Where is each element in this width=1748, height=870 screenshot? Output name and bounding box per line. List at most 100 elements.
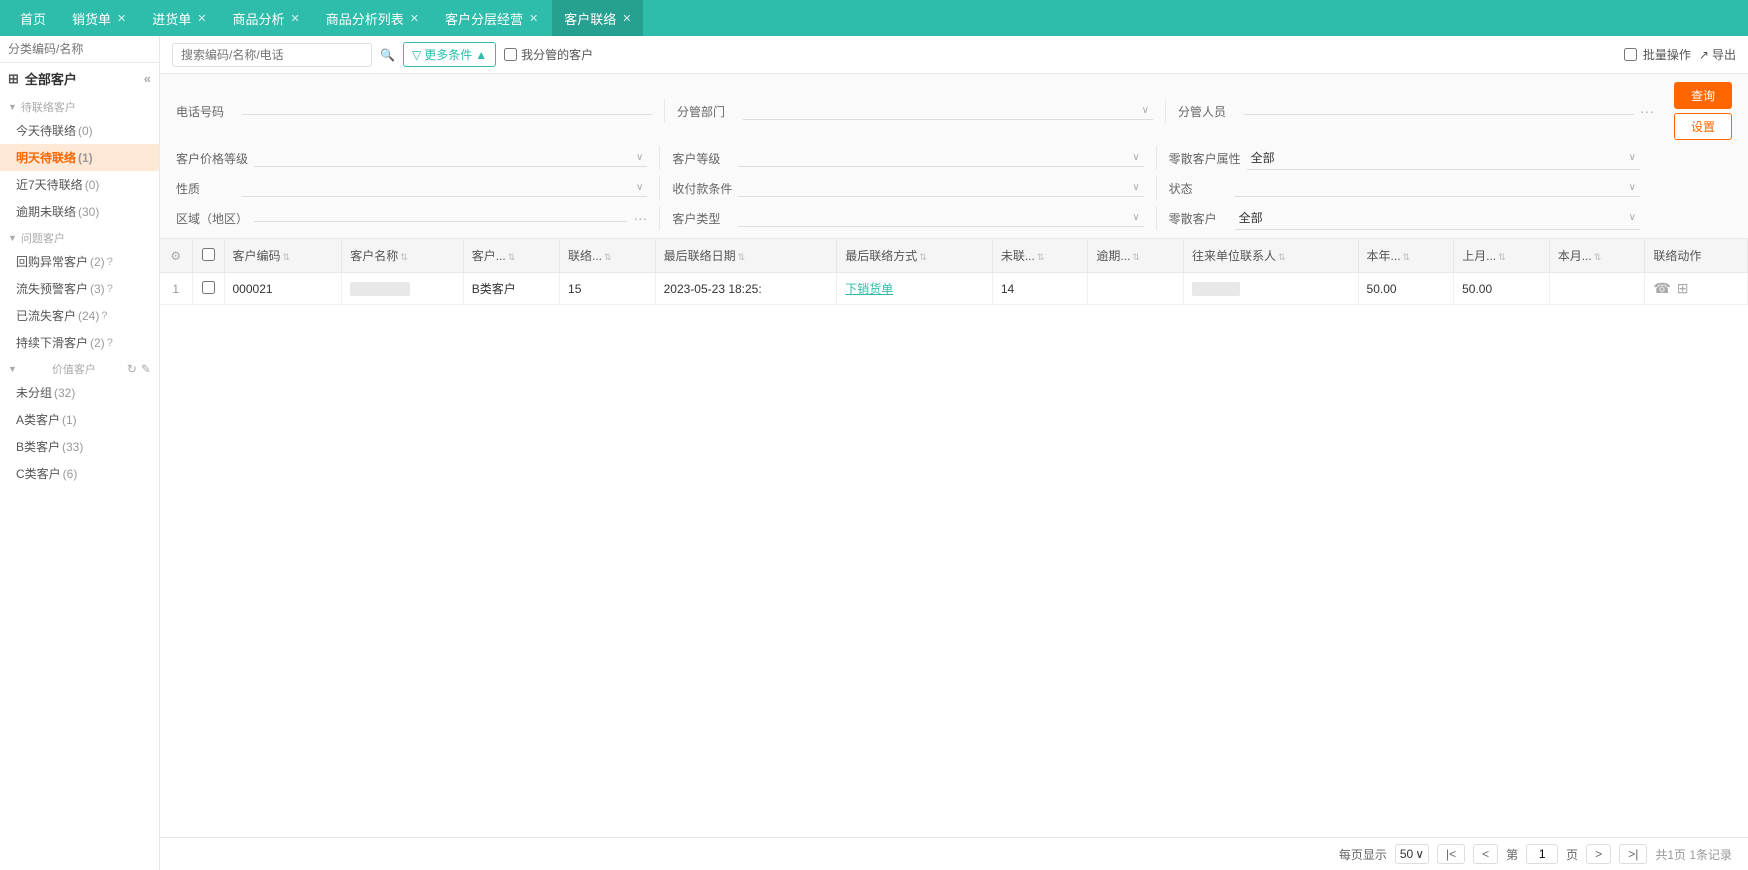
payment-select[interactable]: ∨ xyxy=(738,179,1143,197)
customer-type-select[interactable]: ∨ xyxy=(738,209,1143,227)
row-check[interactable] xyxy=(202,281,215,294)
status-select[interactable]: ∨ xyxy=(1235,179,1640,197)
sidebar-item-repurchase-abnormal[interactable]: 回购异常客户(2) ? xyxy=(0,248,159,275)
col-contact-count[interactable]: 联络...⇅ xyxy=(560,239,656,273)
refresh-icon[interactable]: ↻ xyxy=(127,362,137,376)
phone-input[interactable] xyxy=(242,108,652,115)
adv-filter-row-4: 区域（地区） ··· 客户类型 ∨ 零散客户 全部 ∨ xyxy=(176,206,1732,230)
help-icon-4: ? xyxy=(107,337,113,349)
contact-action-icon[interactable]: ☎ xyxy=(1653,280,1670,297)
table-header-row: ⚙ 客户编码⇅ 客户名称⇅ 客户...⇅ 联络...⇅ 最后联络日期⇅ 最后联络… xyxy=(160,239,1748,273)
adv-filter-row-1: 电话号码 分管部门 ∨ 分管人员 ··· 查询 设置 xyxy=(176,82,1732,140)
col-code[interactable]: 客户编码⇅ xyxy=(224,239,342,273)
col-category[interactable]: 客户...⇅ xyxy=(463,239,559,273)
sidebar-search-input[interactable] xyxy=(8,42,160,56)
scattered-attr-select[interactable]: 全部 ∨ xyxy=(1247,146,1640,170)
manager-more-icon[interactable]: ··· xyxy=(1640,103,1654,119)
dept-select[interactable]: ∨ xyxy=(743,102,1153,120)
nav-item-product-analysis[interactable]: 商品分析 ✕ xyxy=(220,0,311,36)
close-product-analysis-icon[interactable]: ✕ xyxy=(291,12,300,25)
batch-op-button[interactable]: 批量操作 xyxy=(1624,46,1691,63)
row-this-year: 50.00 xyxy=(1358,273,1454,305)
price-caret: ∨ xyxy=(636,152,643,163)
sidebar-item-a-class[interactable]: A类客户(1) xyxy=(0,406,159,433)
row-last-month: 50.00 xyxy=(1454,273,1550,305)
region-more-icon[interactable]: ··· xyxy=(633,210,647,226)
edit-value-icon[interactable]: ✎ xyxy=(141,362,151,376)
gear-settings-icon[interactable]: ⚙ xyxy=(170,249,181,263)
select-all-checkbox[interactable] xyxy=(202,248,215,261)
row-checkbox[interactable] xyxy=(192,273,224,305)
col-name[interactable]: 客户名称⇅ xyxy=(342,239,464,273)
sidebar-item-b-class[interactable]: B类客户(33) xyxy=(0,433,159,460)
customer-table: ⚙ 客户编码⇅ 客户名称⇅ 客户...⇅ 联络...⇅ 最后联络日期⇅ 最后联络… xyxy=(160,239,1748,305)
nav-item-customer-tier[interactable]: 客户分层经营 ✕ xyxy=(433,0,550,36)
prev-page-button[interactable]: < xyxy=(1473,844,1498,864)
sidebar-item-c-class[interactable]: C类客户(6) xyxy=(0,460,159,487)
advanced-filter: 电话号码 分管部门 ∨ 分管人员 ··· 查询 设置 xyxy=(160,74,1748,239)
sidebar-item-tomorrow-contact[interactable]: 明天待联络(1) xyxy=(0,144,159,171)
row-name[interactable] xyxy=(342,273,464,305)
sidebar-item-7days-contact[interactable]: 近7天待联络(0) xyxy=(0,171,159,198)
sidebar-item-churn-warning[interactable]: 流失预警客户(3) ? xyxy=(0,275,159,302)
first-page-button[interactable]: |< xyxy=(1437,844,1465,864)
filter-search-button[interactable]: 🔍 xyxy=(380,48,395,62)
my-customers-checkbox[interactable]: 我分管的客户 xyxy=(504,46,593,63)
more-conditions-button[interactable]: ▽ 更多条件 ▲ xyxy=(403,42,496,67)
sidebar-item-overdue-contact[interactable]: 逾期未联络(30) xyxy=(0,198,159,225)
filter-search-input[interactable] xyxy=(172,43,372,67)
sidebar-item-declining[interactable]: 持续下滑客户(2) ? xyxy=(0,329,159,356)
query-button[interactable]: 查询 xyxy=(1674,82,1732,109)
close-customer-contact-icon[interactable]: ✕ xyxy=(622,12,631,25)
sidebar-group-value: 价值客户 ↻ ✎ xyxy=(0,356,159,379)
next-page-button[interactable]: > xyxy=(1586,844,1611,864)
sidebar-item-today-contact[interactable]: 今天待联络(0) xyxy=(0,117,159,144)
col-last-contact-date[interactable]: 最后联络日期⇅ xyxy=(655,239,837,273)
manager-input[interactable] xyxy=(1244,108,1634,115)
customer-level-select[interactable]: ∨ xyxy=(738,149,1143,167)
more-action-icon[interactable]: ⊞ xyxy=(1677,280,1689,297)
filter-scattered-attr: 零散客户属性 全部 ∨ xyxy=(1169,146,1640,170)
col-unit-contact[interactable]: 往来单位联系人⇅ xyxy=(1184,239,1359,273)
all-customers-header[interactable]: ⊞ 全部客户 « xyxy=(0,63,159,94)
row-contact-count: 15 xyxy=(560,273,656,305)
row-last-way[interactable]: 下销货单 xyxy=(837,273,993,305)
price-level-select[interactable]: ∨ xyxy=(254,149,647,167)
batch-op-check[interactable] xyxy=(1624,48,1637,61)
sidebar-item-ungrouped[interactable]: 未分组(32) xyxy=(0,379,159,406)
nav-item-customer-contact[interactable]: 客户联络 ✕ xyxy=(552,0,643,36)
scattered-select[interactable]: 全部 ∨ xyxy=(1235,206,1640,230)
col-overdue[interactable]: 逾期...⇅ xyxy=(1088,239,1184,273)
nav-item-product-list[interactable]: 商品分析列表 ✕ xyxy=(314,0,431,36)
nav-item-purchase[interactable]: 进货单 ✕ xyxy=(140,0,218,36)
col-this-month[interactable]: 本月...⇅ xyxy=(1549,239,1645,273)
col-gear[interactable]: ⚙ xyxy=(160,239,192,273)
export-button[interactable]: ↗ 导出 xyxy=(1699,46,1736,63)
page-input[interactable] xyxy=(1526,844,1558,864)
level-caret: ∨ xyxy=(1132,152,1139,163)
filter-region: 区域（地区） ··· xyxy=(176,210,647,227)
my-customers-check[interactable] xyxy=(504,48,517,61)
col-no-contact[interactable]: 未联...⇅ xyxy=(992,239,1088,273)
row-category: B类客户 xyxy=(463,273,559,305)
close-customer-tier-icon[interactable]: ✕ xyxy=(529,12,538,25)
close-sales-icon[interactable]: ✕ xyxy=(117,12,126,25)
table-row: 1 000021 B类客户 15 2023-05-23 18:25: 下销货单 … xyxy=(160,273,1748,305)
reset-button[interactable]: 设置 xyxy=(1674,113,1732,140)
top-nav: 首页 销货单 ✕ 进货单 ✕ 商品分析 ✕ 商品分析列表 ✕ 客户分层经营 ✕ … xyxy=(0,0,1748,36)
filter-payment: 收付款条件 ∨ xyxy=(672,179,1143,197)
nav-item-home[interactable]: 首页 xyxy=(8,0,58,36)
region-input[interactable] xyxy=(254,215,627,222)
col-this-year[interactable]: 本年...⇅ xyxy=(1358,239,1454,273)
last-page-button[interactable]: >| xyxy=(1619,844,1647,864)
close-purchase-icon[interactable]: ✕ xyxy=(197,12,206,25)
nav-item-sales[interactable]: 销货单 ✕ xyxy=(60,0,138,36)
row-overdue xyxy=(1088,273,1184,305)
nature-select[interactable]: ∨ xyxy=(242,179,647,197)
last-way-link[interactable]: 下销货单 xyxy=(845,282,893,296)
col-last-contact-way[interactable]: 最后联络方式⇅ xyxy=(837,239,993,273)
col-last-month[interactable]: 上月...⇅ xyxy=(1454,239,1550,273)
per-page-select[interactable]: 50 ∨ xyxy=(1395,844,1429,864)
close-product-list-icon[interactable]: ✕ xyxy=(410,12,419,25)
sidebar-item-churned[interactable]: 已流失客户(24) ? xyxy=(0,302,159,329)
